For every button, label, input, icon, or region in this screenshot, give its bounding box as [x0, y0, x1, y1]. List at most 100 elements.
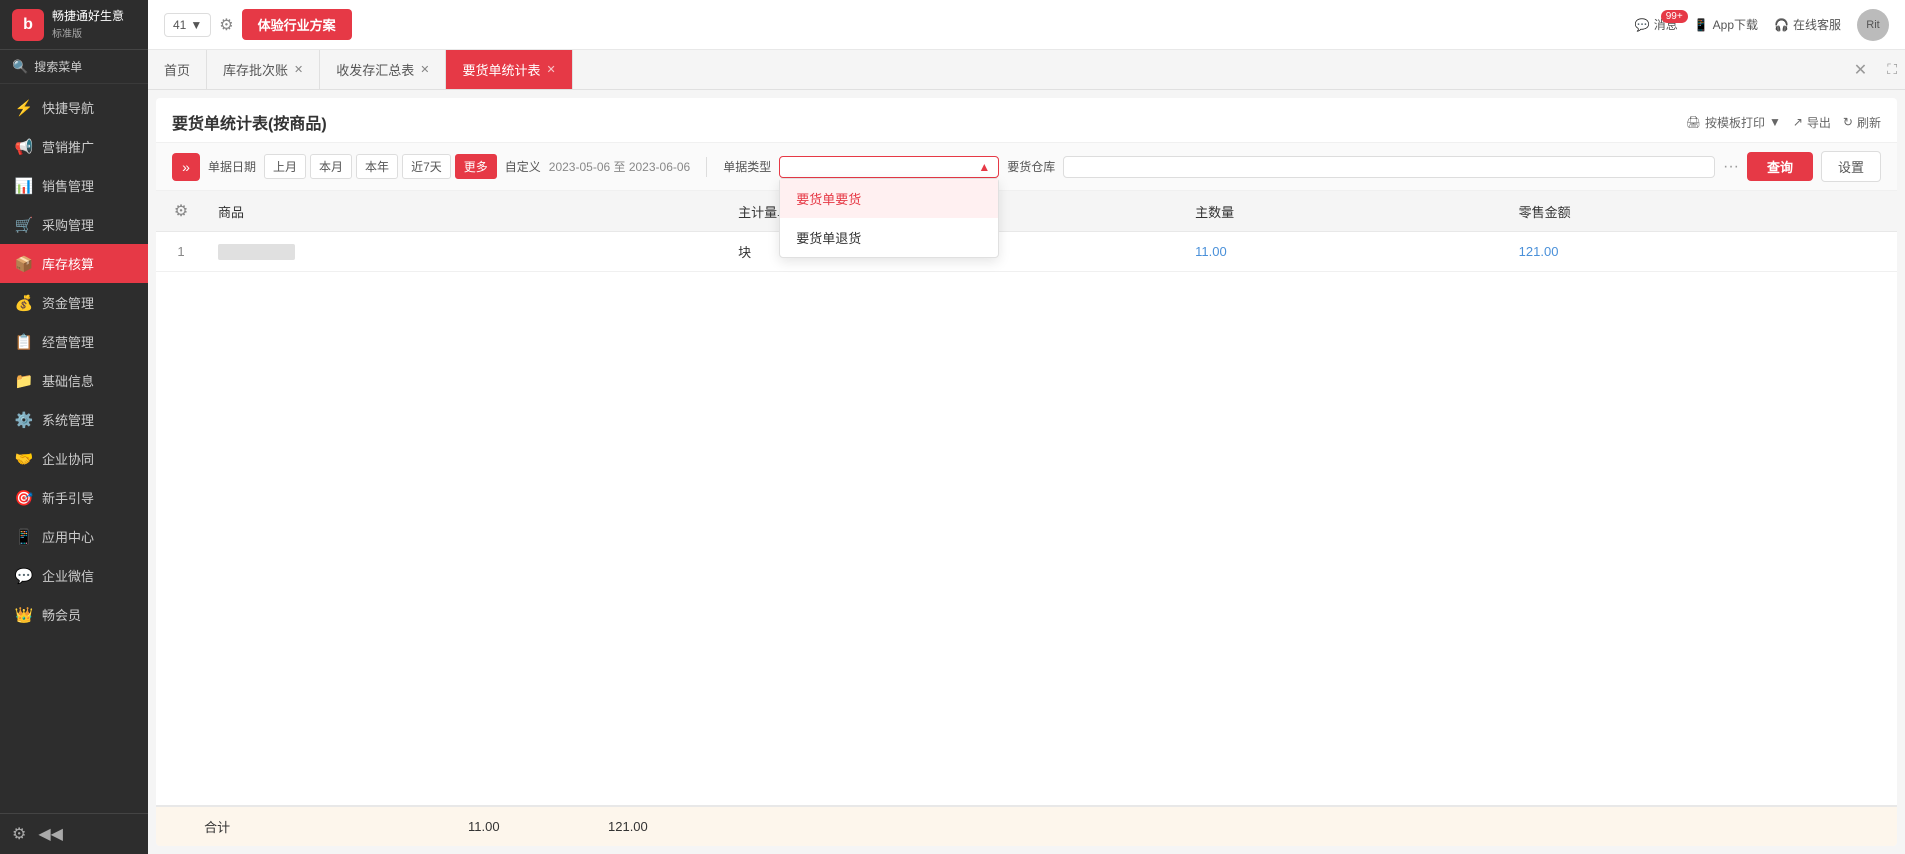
- version-selector[interactable]: 41 ▼: [164, 13, 211, 37]
- date-range-display: 2023-05-06 至 2023-06-06: [549, 158, 690, 175]
- settings-footer-icon[interactable]: ⚙: [12, 824, 26, 844]
- download-icon: 📱: [1694, 18, 1709, 32]
- tab-batch-account[interactable]: 库存批次账 ✕: [207, 50, 320, 89]
- basic-info-icon: 📁: [14, 372, 34, 390]
- sidebar-item-basic-info[interactable]: 📁 基础信息: [0, 361, 148, 400]
- sidebar-logo: b 畅捷通好生意 标准版: [0, 0, 148, 50]
- sales-icon: 📊: [14, 177, 34, 195]
- data-table: ⚙ 商品 主计量单位 主数量 零售金额 1 ████ ████ 块: [156, 191, 1897, 272]
- sidebar-search[interactable]: 🔍 搜索菜单: [0, 50, 148, 84]
- tab-close-recv-summary[interactable]: ✕: [420, 63, 429, 76]
- sidebar-item-purchase[interactable]: 🛒 采购管理: [0, 205, 148, 244]
- query-button[interactable]: 查询: [1747, 152, 1813, 181]
- filter-divider: [706, 157, 707, 177]
- export-icon: ↗: [1793, 115, 1803, 129]
- member-icon: 👑: [14, 606, 34, 624]
- col-qty: 主数量: [1183, 191, 1507, 232]
- sidebar-item-system[interactable]: ⚙️ 系统管理: [0, 400, 148, 439]
- more-filters-icon[interactable]: ···: [1723, 158, 1739, 176]
- sidebar: b 畅捷通好生意 标准版 🔍 搜索菜单 ⚡ 快捷导航 📢 营销推广 📊 销售管理…: [0, 0, 148, 854]
- finance-icon: 💰: [14, 294, 34, 312]
- type-select-arrow-icon: ▲: [978, 160, 990, 174]
- tab-order-stats[interactable]: 要货单统计表 ✕: [446, 50, 572, 89]
- this-year-btn[interactable]: 本年: [356, 154, 398, 179]
- messages-button[interactable]: 💬 消息 99+: [1635, 16, 1678, 33]
- sidebar-item-sales[interactable]: 📊 销售管理: [0, 166, 148, 205]
- type-select[interactable]: ▲: [779, 156, 999, 178]
- warehouse-filter-label: 要货仓库: [1007, 158, 1055, 175]
- tab-close-batch-account[interactable]: ✕: [294, 63, 303, 76]
- qty-link[interactable]: 11.00: [1195, 244, 1227, 259]
- trial-button[interactable]: 体验行业方案: [242, 9, 352, 40]
- export-button[interactable]: ↗ 导出: [1793, 114, 1831, 131]
- last-7-days-btn[interactable]: 近7天: [402, 154, 451, 179]
- page-title: 要货单统计表(按商品): [172, 110, 327, 134]
- message-badge: 99+: [1661, 10, 1688, 23]
- collapse-sidebar-icon[interactable]: ◀◀: [38, 824, 63, 844]
- table-header-row: ⚙ 商品 主计量单位 主数量 零售金额: [156, 191, 1897, 232]
- type-dropdown: 要货单要货 要货单退货: [779, 178, 999, 258]
- sidebar-item-inventory[interactable]: 📦 库存核算: [0, 244, 148, 283]
- sidebar-item-wechat[interactable]: 💬 企业微信: [0, 556, 148, 595]
- sidebar-nav: ⚡ 快捷导航 📢 营销推广 📊 销售管理 🛒 采购管理 📦 库存核算 💰 资金管…: [0, 84, 148, 813]
- operations-icon: 📋: [14, 333, 34, 351]
- filter-bar: » 单据日期 上月 本月 本年 近7天 更多 自定义 2023-05-06 至 …: [156, 142, 1897, 191]
- user-avatar[interactable]: Rit: [1857, 9, 1889, 41]
- expand-tabs-button[interactable]: ⛶: [1879, 61, 1905, 78]
- app-center-icon: 📱: [14, 528, 34, 546]
- col-amount: 零售金额: [1507, 191, 1897, 232]
- col-product: 商品: [206, 191, 726, 232]
- guide-icon: 🎯: [14, 489, 34, 507]
- tab-recv-summary[interactable]: 收发存汇总表 ✕: [320, 50, 446, 89]
- table-footer: 合计 11.00 121.00: [156, 805, 1897, 846]
- settings-button[interactable]: 设置: [1821, 151, 1881, 182]
- topbar-left: 41 ▼ ⚙ 体验行业方案: [164, 9, 1623, 40]
- inventory-icon: 📦: [14, 255, 34, 273]
- product-name-blurred: ████ ████: [218, 244, 295, 260]
- row-index: 1: [156, 232, 206, 272]
- row-amount: 121.00: [1507, 232, 1897, 272]
- chevron-down-icon: ▼: [190, 18, 202, 32]
- app-download-button[interactable]: 📱 App下载: [1694, 16, 1758, 33]
- amount-link[interactable]: 121.00: [1519, 244, 1559, 259]
- this-month-btn[interactable]: 本月: [310, 154, 352, 179]
- wechat-icon: 💬: [14, 567, 34, 585]
- type-filter-label: 单据类型: [723, 158, 771, 175]
- table-row: 1 ████ ████ 块 11.00 121.00: [156, 232, 1897, 272]
- close-all-tabs-button[interactable]: ✕: [1842, 60, 1879, 80]
- online-service-button[interactable]: 🎧 在线客服: [1774, 16, 1841, 33]
- col-settings[interactable]: ⚙: [156, 191, 206, 232]
- system-icon: ⚙️: [14, 411, 34, 429]
- sidebar-item-guide[interactable]: 🎯 新手引导: [0, 478, 148, 517]
- app-logo-text: 畅捷通好生意 标准版: [52, 9, 124, 40]
- sidebar-item-quick-nav[interactable]: ⚡ 快捷导航: [0, 88, 148, 127]
- warehouse-input[interactable]: [1063, 156, 1715, 178]
- search-icon: 🔍: [12, 59, 28, 75]
- refresh-icon: ↻: [1843, 115, 1853, 129]
- tab-close-order-stats[interactable]: ✕: [547, 63, 556, 76]
- refresh-button[interactable]: ↻ 刷新: [1843, 114, 1881, 131]
- sidebar-footer: ⚙ ◀◀: [0, 813, 148, 854]
- custom-date-btn[interactable]: 自定义: [505, 158, 541, 175]
- print-chevron-icon: ▼: [1769, 115, 1781, 129]
- sidebar-item-enterprise[interactable]: 🤝 企业协同: [0, 439, 148, 478]
- column-settings-icon[interactable]: ⚙: [174, 203, 188, 220]
- last-month-btn[interactable]: 上月: [264, 154, 306, 179]
- sidebar-item-finance[interactable]: 💰 资金管理: [0, 283, 148, 322]
- sidebar-item-app-center[interactable]: 📱 应用中心: [0, 517, 148, 556]
- footer-amount: 121.00: [608, 819, 708, 834]
- dropdown-item-return[interactable]: 要货单退货: [780, 218, 998, 257]
- dropdown-item-order[interactable]: 要货单要货: [780, 179, 998, 218]
- filter-expand-button[interactable]: »: [172, 153, 200, 181]
- page-content: 要货单统计表(按商品) 🖨 按模板打印 ▼ ↗ 导出 ↻ 刷新 »: [156, 98, 1897, 846]
- more-dates-btn[interactable]: 更多: [455, 154, 497, 179]
- sidebar-item-member[interactable]: 👑 畅会员: [0, 595, 148, 634]
- service-icon: 🎧: [1774, 18, 1789, 32]
- purchase-icon: 🛒: [14, 216, 34, 234]
- topbar-gear-icon[interactable]: ⚙: [219, 15, 233, 35]
- sidebar-item-marketing[interactable]: 📢 营销推广: [0, 127, 148, 166]
- tab-home[interactable]: 首页: [148, 50, 207, 89]
- row-qty: 11.00: [1183, 232, 1507, 272]
- sidebar-item-operations[interactable]: 📋 经营管理: [0, 322, 148, 361]
- print-button[interactable]: 🖨 按模板打印 ▼: [1686, 114, 1781, 131]
